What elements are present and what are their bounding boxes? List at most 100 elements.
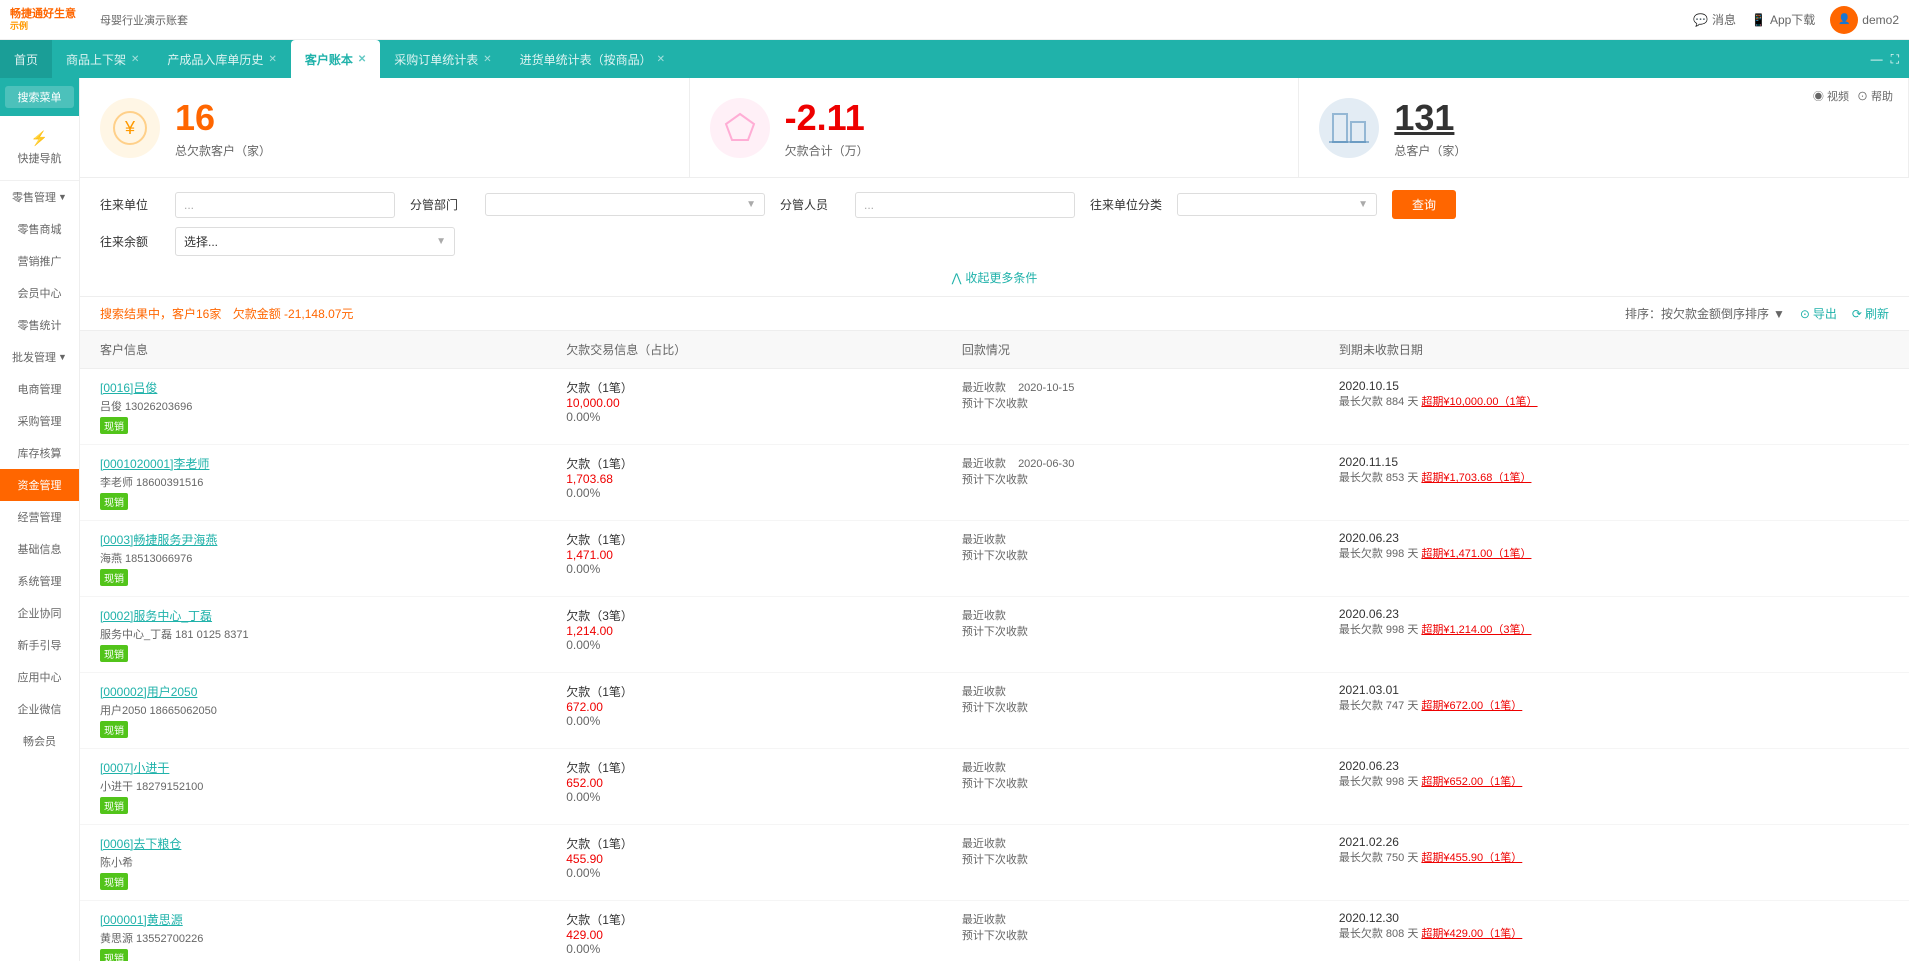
- tab-home[interactable]: 首页: [0, 40, 52, 78]
- tab-close-purchase-order[interactable]: ✕: [483, 54, 491, 65]
- video-btn[interactable]: ◉ 视频: [1813, 88, 1849, 104]
- balance-select[interactable]: 选择... ▼: [175, 227, 455, 256]
- next-payment-label-2: 预计下次收款: [962, 547, 1299, 563]
- overdue-amount-1[interactable]: 超期¥1,703.68（1笔）: [1421, 472, 1531, 484]
- overdue-amount-6[interactable]: 超期¥455.90（1笔）: [1421, 852, 1522, 864]
- overdue-amount-4[interactable]: 超期¥672.00（1笔）: [1421, 700, 1522, 712]
- customer-name-5[interactable]: [0007]小进干: [100, 761, 169, 775]
- search-button[interactable]: 查询: [1392, 190, 1456, 219]
- overdue-amount-5[interactable]: 超期¥652.00（1笔）: [1421, 776, 1522, 788]
- overdue-amount-3[interactable]: 超期¥1,214.00（3笔）: [1421, 624, 1531, 636]
- help-btn[interactable]: ⊙ 帮助: [1857, 88, 1893, 104]
- sidebar-item-member-center[interactable]: 会员中心: [0, 277, 79, 309]
- dept-select[interactable]: ▼: [485, 193, 765, 216]
- quick-nav-section: ⚡ 快捷导航: [0, 116, 79, 181]
- sidebar-item-retail-mall[interactable]: 零售商城: [0, 213, 79, 245]
- sidebar-item-batch-mgmt[interactable]: 批发管理 ▼: [0, 341, 79, 373]
- results-actions: 排序：按欠款金额倒序排序 ▼ ⊙ 导出 ⟳ 刷新: [1625, 305, 1889, 322]
- person-input[interactable]: ...: [855, 192, 1075, 218]
- customer-name-3[interactable]: [0002]服务中心_丁磊: [100, 609, 212, 623]
- customer-contact-0: 吕俊 13026203696: [100, 398, 526, 414]
- export-btn[interactable]: ⊙ 导出: [1800, 305, 1837, 322]
- cell-recovery-3: 最近收款 预计下次收款: [942, 597, 1319, 673]
- overdue-days-4: 最长欠款 747 天 超期¥672.00（1笔）: [1339, 697, 1889, 713]
- debt-amount-2[interactable]: 1,471.00: [566, 548, 922, 562]
- cell-recovery-1: 最近收款 2020-06-30 预计下次收款: [942, 445, 1319, 521]
- overdue-amount-0[interactable]: 超期¥10,000.00（1笔）: [1421, 396, 1537, 408]
- sidebar-item-capital[interactable]: 资金管理: [0, 469, 79, 501]
- sidebar-item-quick-nav[interactable]: ⚡ 快捷导航: [0, 122, 79, 174]
- cell-debt-info-4: 欠款（1笔） 672.00 0.00%: [546, 673, 942, 749]
- sidebar-item-basic-info[interactable]: 基础信息: [0, 533, 79, 565]
- sidebar-item-sys-mgmt[interactable]: 系统管理: [0, 565, 79, 597]
- sidebar-item-retail-mgmt[interactable]: 零售管理 ▼: [0, 181, 79, 213]
- balance-label: 往来余额: [100, 233, 160, 250]
- unit-category-select[interactable]: ▼: [1177, 193, 1377, 216]
- debt-amount-3[interactable]: 1,214.00: [566, 624, 922, 638]
- tab-close-customer-account[interactable]: ✕: [358, 54, 366, 65]
- tab-purchase-stat[interactable]: 进货单统计表（按商品） ✕: [506, 40, 679, 78]
- customer-name-0[interactable]: [0016]吕俊: [100, 381, 157, 395]
- tab-product-status[interactable]: 商品上下架 ✕: [52, 40, 153, 78]
- cell-debt-info-7: 欠款（1笔） 429.00 0.00%: [546, 901, 942, 961]
- tab-purchase-order[interactable]: 采购订单统计表 ✕: [380, 40, 505, 78]
- sidebar-item-label-retail-mall: 零售商城: [18, 221, 62, 237]
- customer-name-1[interactable]: [0001020001]李老师: [100, 457, 209, 471]
- debt-amount-7[interactable]: 429.00: [566, 928, 922, 942]
- person-label: 分管人员: [780, 196, 840, 213]
- customer-name-4[interactable]: [000002]用户2050: [100, 685, 197, 699]
- customer-name-6[interactable]: [0006]去下粮仓: [100, 837, 181, 851]
- debt-amount-6[interactable]: 455.90: [566, 852, 922, 866]
- sidebar-item-label-member-center: 会员中心: [18, 285, 62, 301]
- stat-icon-diamond: [710, 98, 770, 158]
- collapse-filters-btn[interactable]: ⋀ 收起更多条件: [100, 264, 1889, 291]
- debt-count-0: 欠款（1笔）: [566, 379, 922, 396]
- tab-minimize-icon[interactable]: —: [1871, 52, 1883, 67]
- sidebar-item-enterprise-wx[interactable]: 企业微信: [0, 693, 79, 725]
- tab-expand-icon[interactable]: ⛶: [1891, 52, 1899, 67]
- sort-select[interactable]: 排序：按欠款金额倒序排序 ▼: [1625, 305, 1785, 322]
- app-download-btn[interactable]: 📱 App下载: [1751, 11, 1815, 28]
- sidebar-item-label-enterprise: 企业协同: [18, 605, 62, 621]
- search-menu-btn[interactable]: 搜索菜单: [5, 86, 74, 108]
- sidebar-item-inventory[interactable]: 库存核算: [0, 437, 79, 469]
- debt-amount-1[interactable]: 1,703.68: [566, 472, 922, 486]
- tab-close-product-history[interactable]: ✕: [268, 54, 276, 65]
- message-btn[interactable]: 💬 消息: [1693, 11, 1736, 28]
- cell-debt-info-2: 欠款（1笔） 1,471.00 0.00%: [546, 521, 942, 597]
- content-area: ¥ 16 总欠款客户（家） -2.11 欠款合计（万）: [80, 78, 1909, 961]
- overdue-amount-2[interactable]: 超期¥1,471.00（1笔）: [1421, 548, 1531, 560]
- refresh-btn[interactable]: ⟳ 刷新: [1852, 305, 1889, 322]
- tab-actions: — ⛶: [1871, 52, 1909, 67]
- sidebar-item-label-batch-mgmt: 批发管理 ▼: [12, 349, 67, 365]
- sidebar-item-purchase-mgmt[interactable]: 采购管理: [0, 405, 79, 437]
- sidebar-item-business[interactable]: 经营管理: [0, 501, 79, 533]
- tab-customer-account[interactable]: 客户账本 ✕: [291, 40, 380, 78]
- customer-name-2[interactable]: [0003]畅捷服务尹海燕: [100, 533, 217, 547]
- customer-name-7[interactable]: [000001]黄思源: [100, 913, 183, 927]
- debt-count-2: 欠款（1笔）: [566, 531, 922, 548]
- tab-close-purchase-stat[interactable]: ✕: [657, 54, 665, 65]
- sidebar-item-ecommerce[interactable]: 电商管理: [0, 373, 79, 405]
- from-unit-input[interactable]: ...: [175, 192, 395, 218]
- sidebar-item-app-center[interactable]: 应用中心: [0, 661, 79, 693]
- app-subtitle: 母婴行业演示账套: [90, 12, 1693, 28]
- tab-product-history[interactable]: 产成品入库单历史 ✕: [153, 40, 290, 78]
- tab-close-product-status[interactable]: ✕: [131, 54, 139, 65]
- debt-percent-6: 0.00%: [566, 866, 922, 880]
- sidebar-item-retail-stat[interactable]: 零售统计: [0, 309, 79, 341]
- sidebar-item-label-sys-mgmt: 系统管理: [18, 573, 62, 589]
- user-avatar-area[interactable]: 👤 demo2: [1830, 6, 1899, 34]
- sidebar-item-label-retail-mgmt: 零售管理 ▼: [12, 189, 67, 205]
- debt-amount-5[interactable]: 652.00: [566, 776, 922, 790]
- debt-amount-0[interactable]: 10,000.00: [566, 396, 922, 410]
- debt-percent-2: 0.00%: [566, 562, 922, 576]
- sidebar-item-enterprise[interactable]: 企业协同: [0, 597, 79, 629]
- sidebar-item-marketing[interactable]: 营销推广: [0, 245, 79, 277]
- debt-amount-4[interactable]: 672.00: [566, 700, 922, 714]
- sidebar-item-vip-member[interactable]: 畅会员: [0, 725, 79, 757]
- cell-recovery-2: 最近收款 预计下次收款: [942, 521, 1319, 597]
- overdue-amount-7[interactable]: 超期¥429.00（1笔）: [1421, 928, 1522, 940]
- stats-row: ¥ 16 总欠款客户（家） -2.11 欠款合计（万）: [80, 78, 1909, 178]
- sidebar-item-new-guide[interactable]: 新手引导: [0, 629, 79, 661]
